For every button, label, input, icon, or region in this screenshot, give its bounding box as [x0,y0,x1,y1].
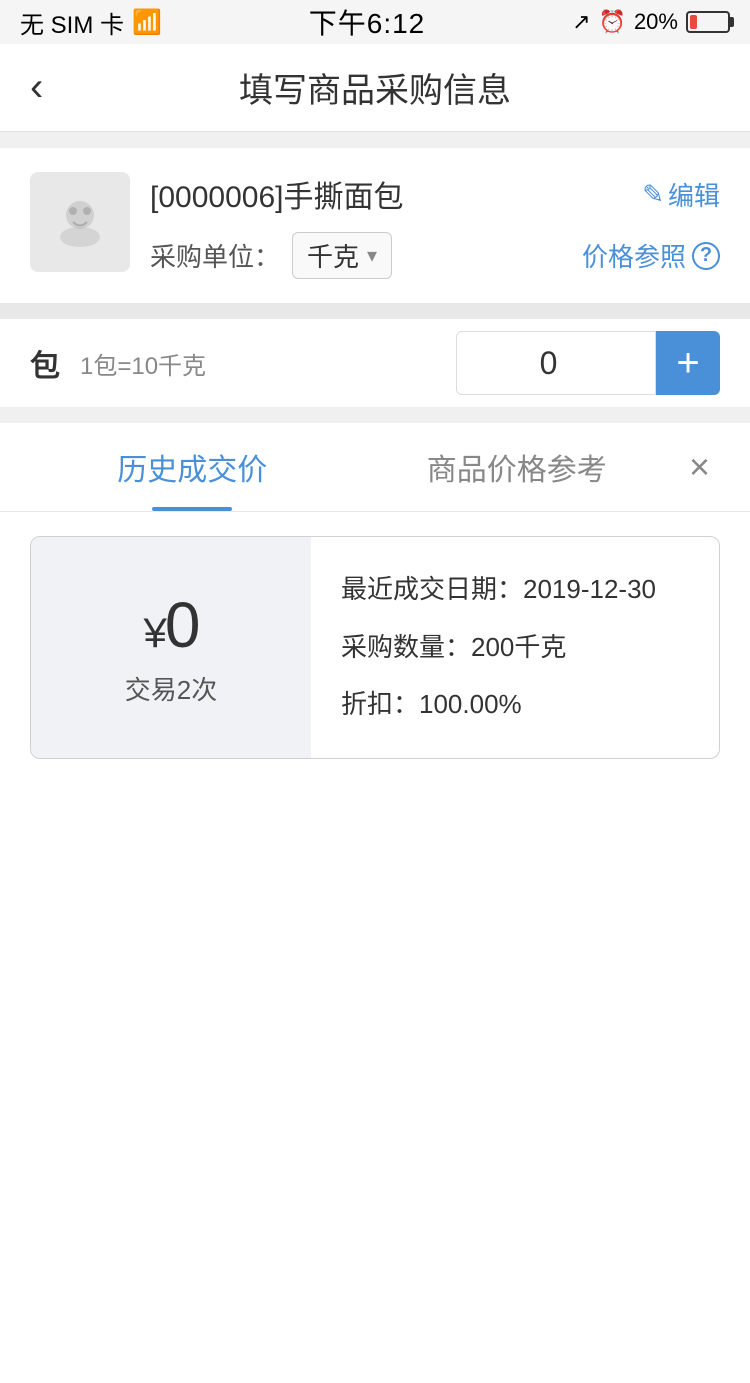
product-details: [0000006]手撕面包 ✎ 编辑 采购单位： 千克 ▾ 价格参照 ? [150,172,720,279]
discount-value: 100.00% [419,689,522,719]
page-title: 填写商品采购信息 [239,63,511,112]
status-right: ↗ ⏰ 20% [572,9,730,35]
status-left: 无 SIM 卡 📶 [20,5,162,40]
quantity-increment-button[interactable]: + [656,331,720,395]
price-card: ¥0 交易2次 最近成交日期：2019-12-30 采购数量：200千克 折扣：… [30,536,720,759]
info-icon: ? [692,242,720,270]
tabs-section: 历史成交价 商品价格参考 × [0,423,750,512]
package-icon: 包 [30,341,60,385]
nav-bar: ‹ 填写商品采购信息 [0,44,750,132]
product-thumbnail [30,172,130,272]
status-time: 下午6:12 [309,2,426,42]
tab-product-price-ref[interactable]: 商品价格参考 [354,423,678,511]
purchase-qty-row: 采购数量：200千克 [341,627,689,669]
unit-value: 千克 [307,237,359,274]
recent-date-label: 最近成交日期： [341,574,523,604]
price-ref-label: 价格参照 [582,237,686,274]
edit-label: 编辑 [668,176,720,213]
recent-date-row: 最近成交日期：2019-12-30 [341,569,689,611]
tabs-row: 历史成交价 商品价格参考 × [0,423,750,511]
quantity-input-group: + [456,331,720,395]
discount-label: 折扣： [341,689,419,719]
chevron-down-icon: ▾ [367,243,377,268]
price-card-right: 最近成交日期：2019-12-30 采购数量：200千克 折扣：100.00% [311,537,719,758]
tab-history-price-label: 历史成交价 [117,445,267,489]
discount-row: 折扣：100.00% [341,684,689,726]
recent-date-value: 2019-12-30 [523,574,656,604]
edit-icon: ✎ [642,179,664,210]
purchase-qty-label: 采购数量： [341,632,471,662]
card-section: ¥0 交易2次 最近成交日期：2019-12-30 采购数量：200千克 折扣：… [0,512,750,783]
alarm-icon: ⏰ [599,9,626,35]
battery-icon [686,11,730,33]
tab-active-indicator [152,507,232,511]
package-unit-group: 包 1包=10千克 [30,341,206,385]
price-card-left: ¥0 交易2次 [31,537,311,758]
quantity-section: 包 1包=10千克 + [0,319,750,407]
location-icon: ↗ [572,9,590,35]
currency-symbol: ¥ [144,609,165,656]
bottom-area [0,783,750,1383]
transaction-count: 交易2次 [125,670,217,707]
purchase-qty-value: 200千克 [471,632,566,662]
price-amount-display: ¥0 [144,588,199,662]
price-reference-button[interactable]: 价格参照 ? [582,237,720,274]
battery-percent: 20% [634,9,678,35]
unit-label: 采购单位： [150,237,280,274]
product-image-icon [45,187,115,257]
product-name: [0000006]手撕面包 [150,172,403,216]
wifi-icon: 📶 [132,8,162,37]
edit-button[interactable]: ✎ 编辑 [642,176,720,213]
tab-product-price-ref-label: 商品价格参考 [427,445,607,489]
status-bar: 无 SIM 卡 📶 下午6:12 ↗ ⏰ 20% [0,0,750,44]
tab-history-price[interactable]: 历史成交价 [30,423,354,511]
back-button[interactable]: ‹ [30,55,53,120]
section-divider [0,303,750,319]
unit-selector[interactable]: 千克 ▾ [292,232,392,279]
conversion-note: 1包=10千克 [80,346,206,381]
product-section: [0000006]手撕面包 ✎ 编辑 采购单位： 千克 ▾ 价格参照 ? [0,148,750,303]
carrier-label: 无 SIM 卡 [20,5,124,40]
tab-close-button[interactable]: × [679,436,720,498]
price-value: 0 [165,589,199,661]
quantity-input[interactable] [456,331,656,395]
